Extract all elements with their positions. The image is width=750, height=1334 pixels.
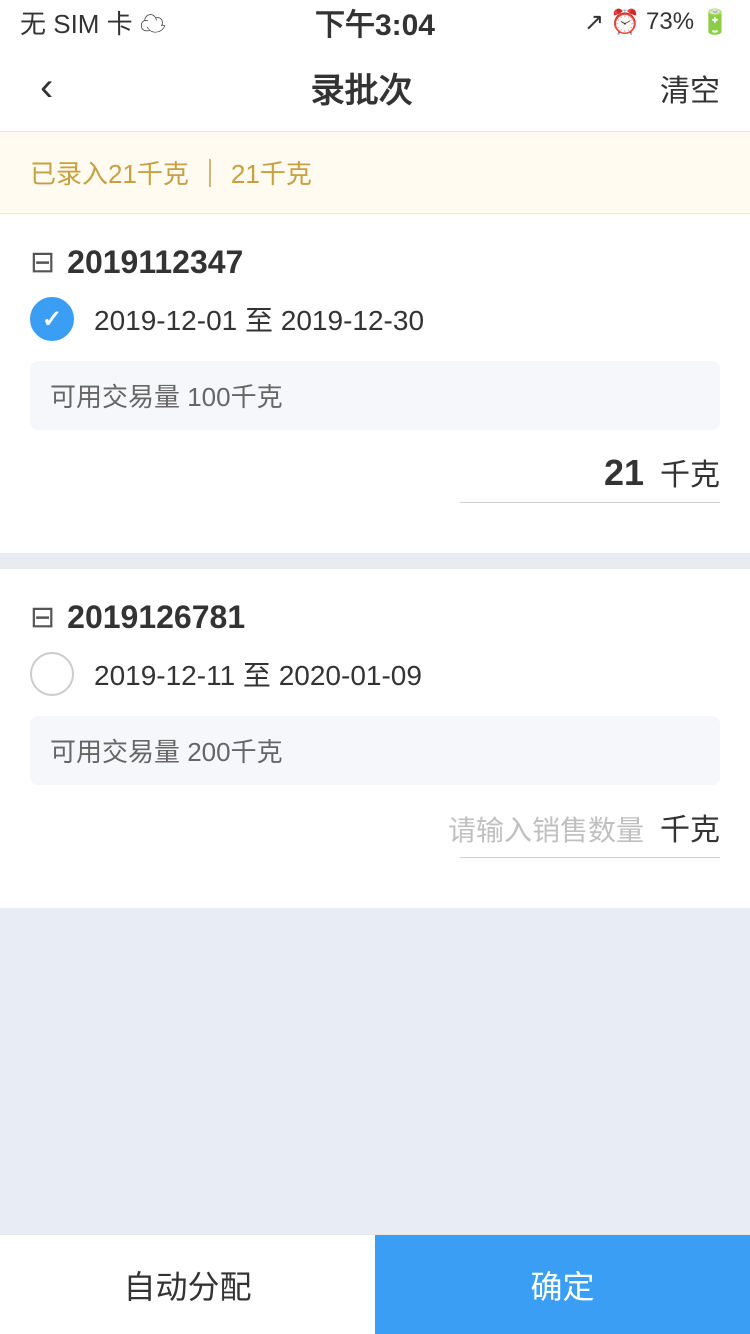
nav-bar: ‹ 录批次 清空 [0,44,750,132]
summary-label: 已录入21千克 [30,154,189,191]
status-time: 下午3:04 [315,0,435,44]
input-display-2: 请输入销售数量 千克 [448,805,720,849]
auto-distribute-button[interactable]: 自动分配 [0,1235,375,1334]
batch-item-1: ⊟ 2019112347 2019-12-01 至 2019-12-30 可用交… [0,214,750,553]
item-date-1: 2019-12-01 至 2019-12-30 [94,299,424,339]
alarm-icon: ⏰ [610,8,640,37]
quantity-wrapper-1: 21 千克 [0,430,750,533]
input-placeholder-2: 请输入销售数量 [448,809,644,849]
item-header-2: ⊟ 2019126781 [30,599,720,636]
summary-value: 21千克 [231,154,312,191]
status-right: ↗ ⏰ 73% 🔋 [584,8,730,37]
summary-divider [209,159,211,187]
item-id-2: 2019126781 [67,599,245,636]
back-button[interactable]: ‹ [30,55,63,120]
item-header-1: ⊟ 2019112347 [30,244,720,281]
quantity-display-1: 21 千克 [604,450,720,494]
radio-1[interactable] [30,297,74,341]
item-availability-1: 可用交易量 100千克 [30,361,720,430]
status-left: 无 SIM 卡 ☁ [20,4,166,41]
item-availability-2: 可用交易量 200千克 [30,716,720,785]
input-wrapper-2: 请输入销售数量 千克 [0,785,750,888]
battery-icon: 🔋 [700,8,730,37]
item-date-row-1: 2019-12-01 至 2019-12-30 [30,297,720,341]
quantity-value-1: 21 [604,452,644,494]
quantity-underline-1 [460,502,720,503]
page-title: 录批次 [311,63,413,112]
document-icon-1: ⊟ [30,245,55,280]
status-bar: 无 SIM 卡 ☁ 下午3:04 ↗ ⏰ 73% 🔋 [0,0,750,44]
quantity-unit-1: 千克 [660,450,720,494]
document-icon-2: ⊟ [30,600,55,635]
input-underline-2 [460,857,720,858]
bottom-bar: 自动分配 确定 [0,1234,750,1334]
location-icon: ↗ [584,8,604,37]
item-date-2: 2019-12-11 至 2020-01-09 [94,654,422,694]
item-date-row-2: 2019-12-11 至 2020-01-09 [30,652,720,696]
input-unit-2: 千克 [660,805,720,849]
item-card-1: ⊟ 2019112347 2019-12-01 至 2019-12-30 可用交… [0,214,750,430]
item-id-1: 2019112347 [67,244,243,281]
confirm-button[interactable]: 确定 [375,1235,750,1334]
sim-status: 无 SIM 卡 ☁ [20,4,166,41]
section-divider [0,553,750,569]
battery-level: 73% [646,8,694,36]
summary-bar: 已录入21千克 21千克 [0,132,750,214]
radio-2[interactable] [30,652,74,696]
batch-item-2: ⊟ 2019126781 2019-12-11 至 2020-01-09 可用交… [0,569,750,908]
clear-button[interactable]: 清空 [660,66,720,110]
item-card-2: ⊟ 2019126781 2019-12-11 至 2020-01-09 可用交… [0,569,750,785]
